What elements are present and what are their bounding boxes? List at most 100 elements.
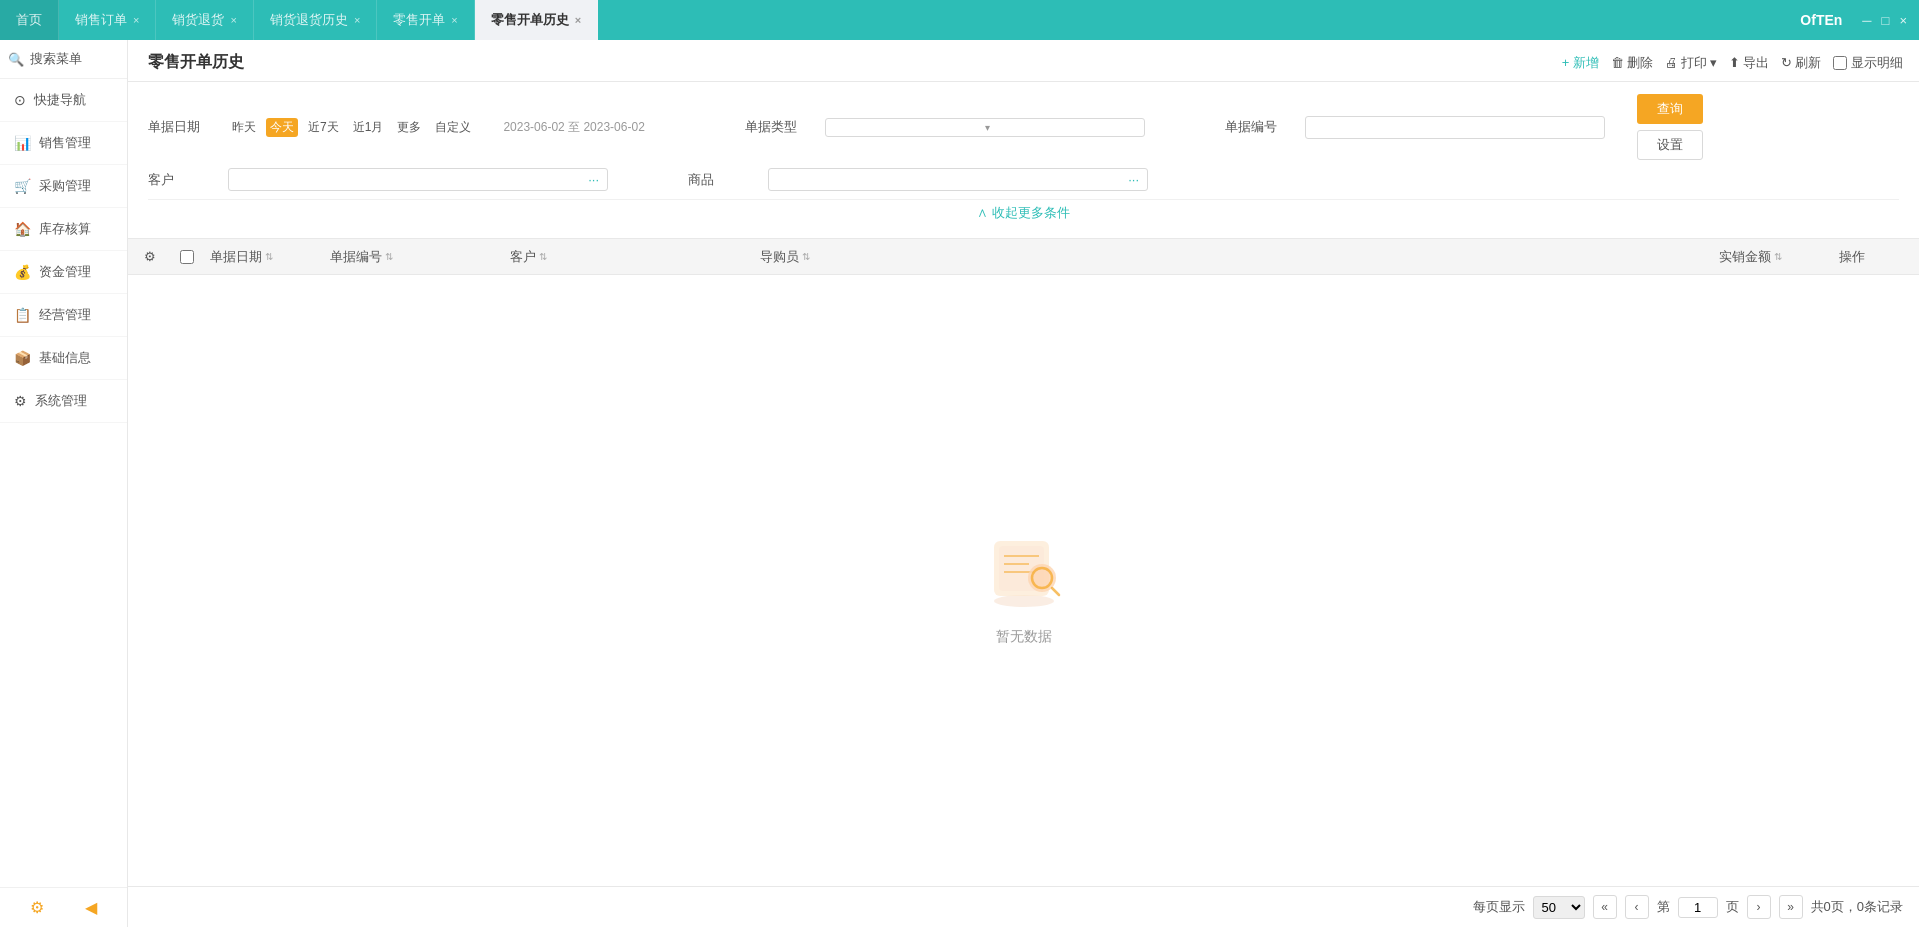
display-toggle[interactable]: 显示明细 — [1833, 54, 1903, 72]
window-max-btn[interactable]: □ — [1882, 13, 1890, 28]
tab-close-sales-return-history[interactable]: × — [354, 14, 360, 26]
sidebar-collapse-icon[interactable]: ◀ — [85, 898, 97, 917]
date-range: 2023-06-02 至 2023-06-02 — [503, 119, 644, 136]
print-icon: 🖨 — [1665, 55, 1678, 70]
nav-label-inventory: 库存核算 — [39, 220, 91, 238]
th-num-sort[interactable]: ⇅ — [385, 251, 393, 262]
nav-label-quick-nav: 快捷导航 — [34, 91, 86, 109]
goods-input[interactable] — [777, 172, 1124, 187]
th-customer[interactable]: 客户 ⇅ — [502, 248, 752, 266]
sidebar-item-operations[interactable]: 📋 经营管理 — [0, 294, 127, 337]
display-toggle-label: 显示明细 — [1851, 54, 1903, 72]
th-num[interactable]: 单据编号 ⇅ — [322, 248, 502, 266]
th-num-label: 单据编号 — [330, 248, 382, 266]
window-close-btn[interactable]: × — [1899, 13, 1907, 28]
tab-retail-open[interactable]: 零售开单× — [377, 0, 474, 40]
order-num-input[interactable] — [1314, 120, 1596, 135]
tab-close-sales-order[interactable]: × — [133, 14, 139, 26]
th-amount[interactable]: 实销金额 ⇅ — [1711, 248, 1831, 266]
settings-button[interactable]: 设置 — [1637, 130, 1703, 160]
nav-label-sales-mgmt: 销售管理 — [39, 134, 91, 152]
table-header: ⚙ 单据日期 ⇅ 单据编号 ⇅ 客户 ⇅ 导购员 ⇅ — [128, 239, 1919, 275]
window-min-btn[interactable]: ─ — [1862, 13, 1871, 28]
refresh-button[interactable]: ↻ 刷新 — [1781, 54, 1821, 72]
page-last-btn[interactable]: » — [1779, 895, 1803, 919]
pagination-bar: 每页显示 50 20 100 « ‹ 第 页 › » 共0页，0条记录 — [128, 886, 1919, 927]
order-num-input-wrap[interactable] — [1305, 116, 1605, 139]
page-next-btn[interactable]: › — [1747, 895, 1771, 919]
page-prev-btn[interactable]: ‹ — [1625, 895, 1649, 919]
sidebar-item-sales-mgmt[interactable]: 📊 销售管理 — [0, 122, 127, 165]
date-shortcut-0[interactable]: 昨天 — [228, 118, 260, 137]
empty-illustration — [974, 516, 1074, 616]
nav-icon-finance: 💰 — [14, 264, 31, 280]
page-num-input[interactable] — [1678, 897, 1718, 918]
export-button[interactable]: ⬆ 导出 — [1729, 54, 1769, 72]
sidebar-item-base-info[interactable]: 📦基础信息 — [0, 337, 127, 380]
export-label: 导出 — [1743, 54, 1769, 72]
order-type-select[interactable]: ▾ — [825, 118, 1145, 137]
sidebar-item-finance[interactable]: 💰资金管理 — [0, 251, 127, 294]
tab-close-retail-history[interactable]: × — [575, 14, 581, 26]
add-button[interactable]: + 新增 — [1562, 54, 1599, 72]
select-all-checkbox[interactable] — [180, 250, 194, 264]
order-num-label: 单据编号 — [1225, 118, 1285, 136]
date-shortcut-5[interactable]: 自定义 — [431, 118, 475, 137]
th-date[interactable]: 单据日期 ⇅ — [202, 248, 322, 266]
customer-dots[interactable]: ··· — [588, 172, 599, 187]
date-shortcut-2[interactable]: 近7天 — [304, 118, 343, 137]
tab-sales-order[interactable]: 销售订单× — [59, 0, 156, 40]
goods-input-wrap[interactable]: ··· — [768, 168, 1148, 191]
page-first-btn[interactable]: « — [1593, 895, 1617, 919]
th-gear[interactable]: ⚙ — [136, 249, 172, 264]
filter-area: 单据日期 昨天今天近7天近1月更多自定义 2023-06-02 至 2023-0… — [128, 82, 1919, 239]
th-customer-sort[interactable]: ⇅ — [539, 251, 547, 262]
customer-input[interactable] — [237, 172, 584, 187]
svg-point-0 — [994, 595, 1054, 607]
customer-input-wrap[interactable]: ··· — [228, 168, 608, 191]
delete-button[interactable]: 🗑 删除 — [1611, 54, 1653, 72]
nav-icon-operations: 📋 — [14, 307, 31, 323]
refresh-label: 刷新 — [1795, 54, 1821, 72]
print-arrow: ▾ — [1710, 55, 1717, 70]
nav-label-operations: 经营管理 — [39, 306, 91, 324]
th-date-label: 单据日期 — [210, 248, 262, 266]
search-icon: 🔍 — [8, 52, 24, 67]
tab-close-retail-open[interactable]: × — [451, 14, 457, 26]
query-button[interactable]: 查询 — [1637, 94, 1703, 124]
th-amount-sort[interactable]: ⇅ — [1774, 251, 1782, 262]
date-shortcut-1[interactable]: 今天 — [266, 118, 298, 137]
sidebar-settings-icon[interactable]: ⚙ — [30, 898, 44, 917]
print-button[interactable]: 🖨 打印 ▾ — [1665, 54, 1717, 72]
goods-dots[interactable]: ··· — [1128, 172, 1139, 187]
page-header: 零售开单历史 + 新增 🗑 删除 🖨 打印 ▾ ⬆ 导出 ↻ — [128, 40, 1919, 82]
nav-label-purchase-mgmt: 采购管理 — [39, 177, 91, 195]
tab-retail-history[interactable]: 零售开单历史× — [475, 0, 598, 40]
nav-icon-sys-mgmt: ⚙ — [14, 393, 27, 409]
per-page-select[interactable]: 50 20 100 — [1533, 896, 1585, 919]
collapse-more-btn[interactable]: ∧ 收起更多条件 — [148, 199, 1899, 226]
date-shortcut-4[interactable]: 更多 — [393, 118, 425, 137]
th-guide-sort[interactable]: ⇅ — [802, 251, 810, 262]
tab-bar: 首页销售订单×销货退货×销货退货历史×零售开单×零售开单历史× OfTEn ─ … — [0, 0, 1919, 40]
nav-icon-inventory: 🏠 — [14, 221, 31, 237]
th-check[interactable] — [172, 250, 202, 264]
sidebar-item-purchase-mgmt[interactable]: 🛒采购管理 — [0, 165, 127, 208]
tab-sales-return-history[interactable]: 销货退货历史× — [254, 0, 377, 40]
sidebar-item-inventory[interactable]: 🏠 库存核算 — [0, 208, 127, 251]
sidebar-search[interactable]: 🔍 搜索菜单 — [0, 40, 127, 79]
sidebar-item-quick-nav[interactable]: ⊙快捷导航 — [0, 79, 127, 122]
sidebar-item-sys-mgmt[interactable]: ⚙系统管理 — [0, 380, 127, 423]
th-guide[interactable]: 导购员 ⇅ — [752, 248, 872, 266]
nav-icon-sales-mgmt: 📊 — [14, 135, 31, 151]
display-toggle-checkbox[interactable] — [1833, 56, 1847, 70]
order-type-label: 单据类型 — [745, 118, 805, 136]
tab-sales-return[interactable]: 销货退货× — [156, 0, 253, 40]
th-date-sort[interactable]: ⇅ — [265, 251, 273, 262]
empty-text: 暂无数据 — [996, 628, 1052, 646]
tab-home[interactable]: 首页 — [0, 0, 59, 40]
date-shortcut-3[interactable]: 近1月 — [349, 118, 388, 137]
delete-label: 删除 — [1627, 54, 1653, 72]
tab-close-sales-return[interactable]: × — [230, 14, 236, 26]
query-settings: 查询 设置 — [1637, 94, 1703, 160]
